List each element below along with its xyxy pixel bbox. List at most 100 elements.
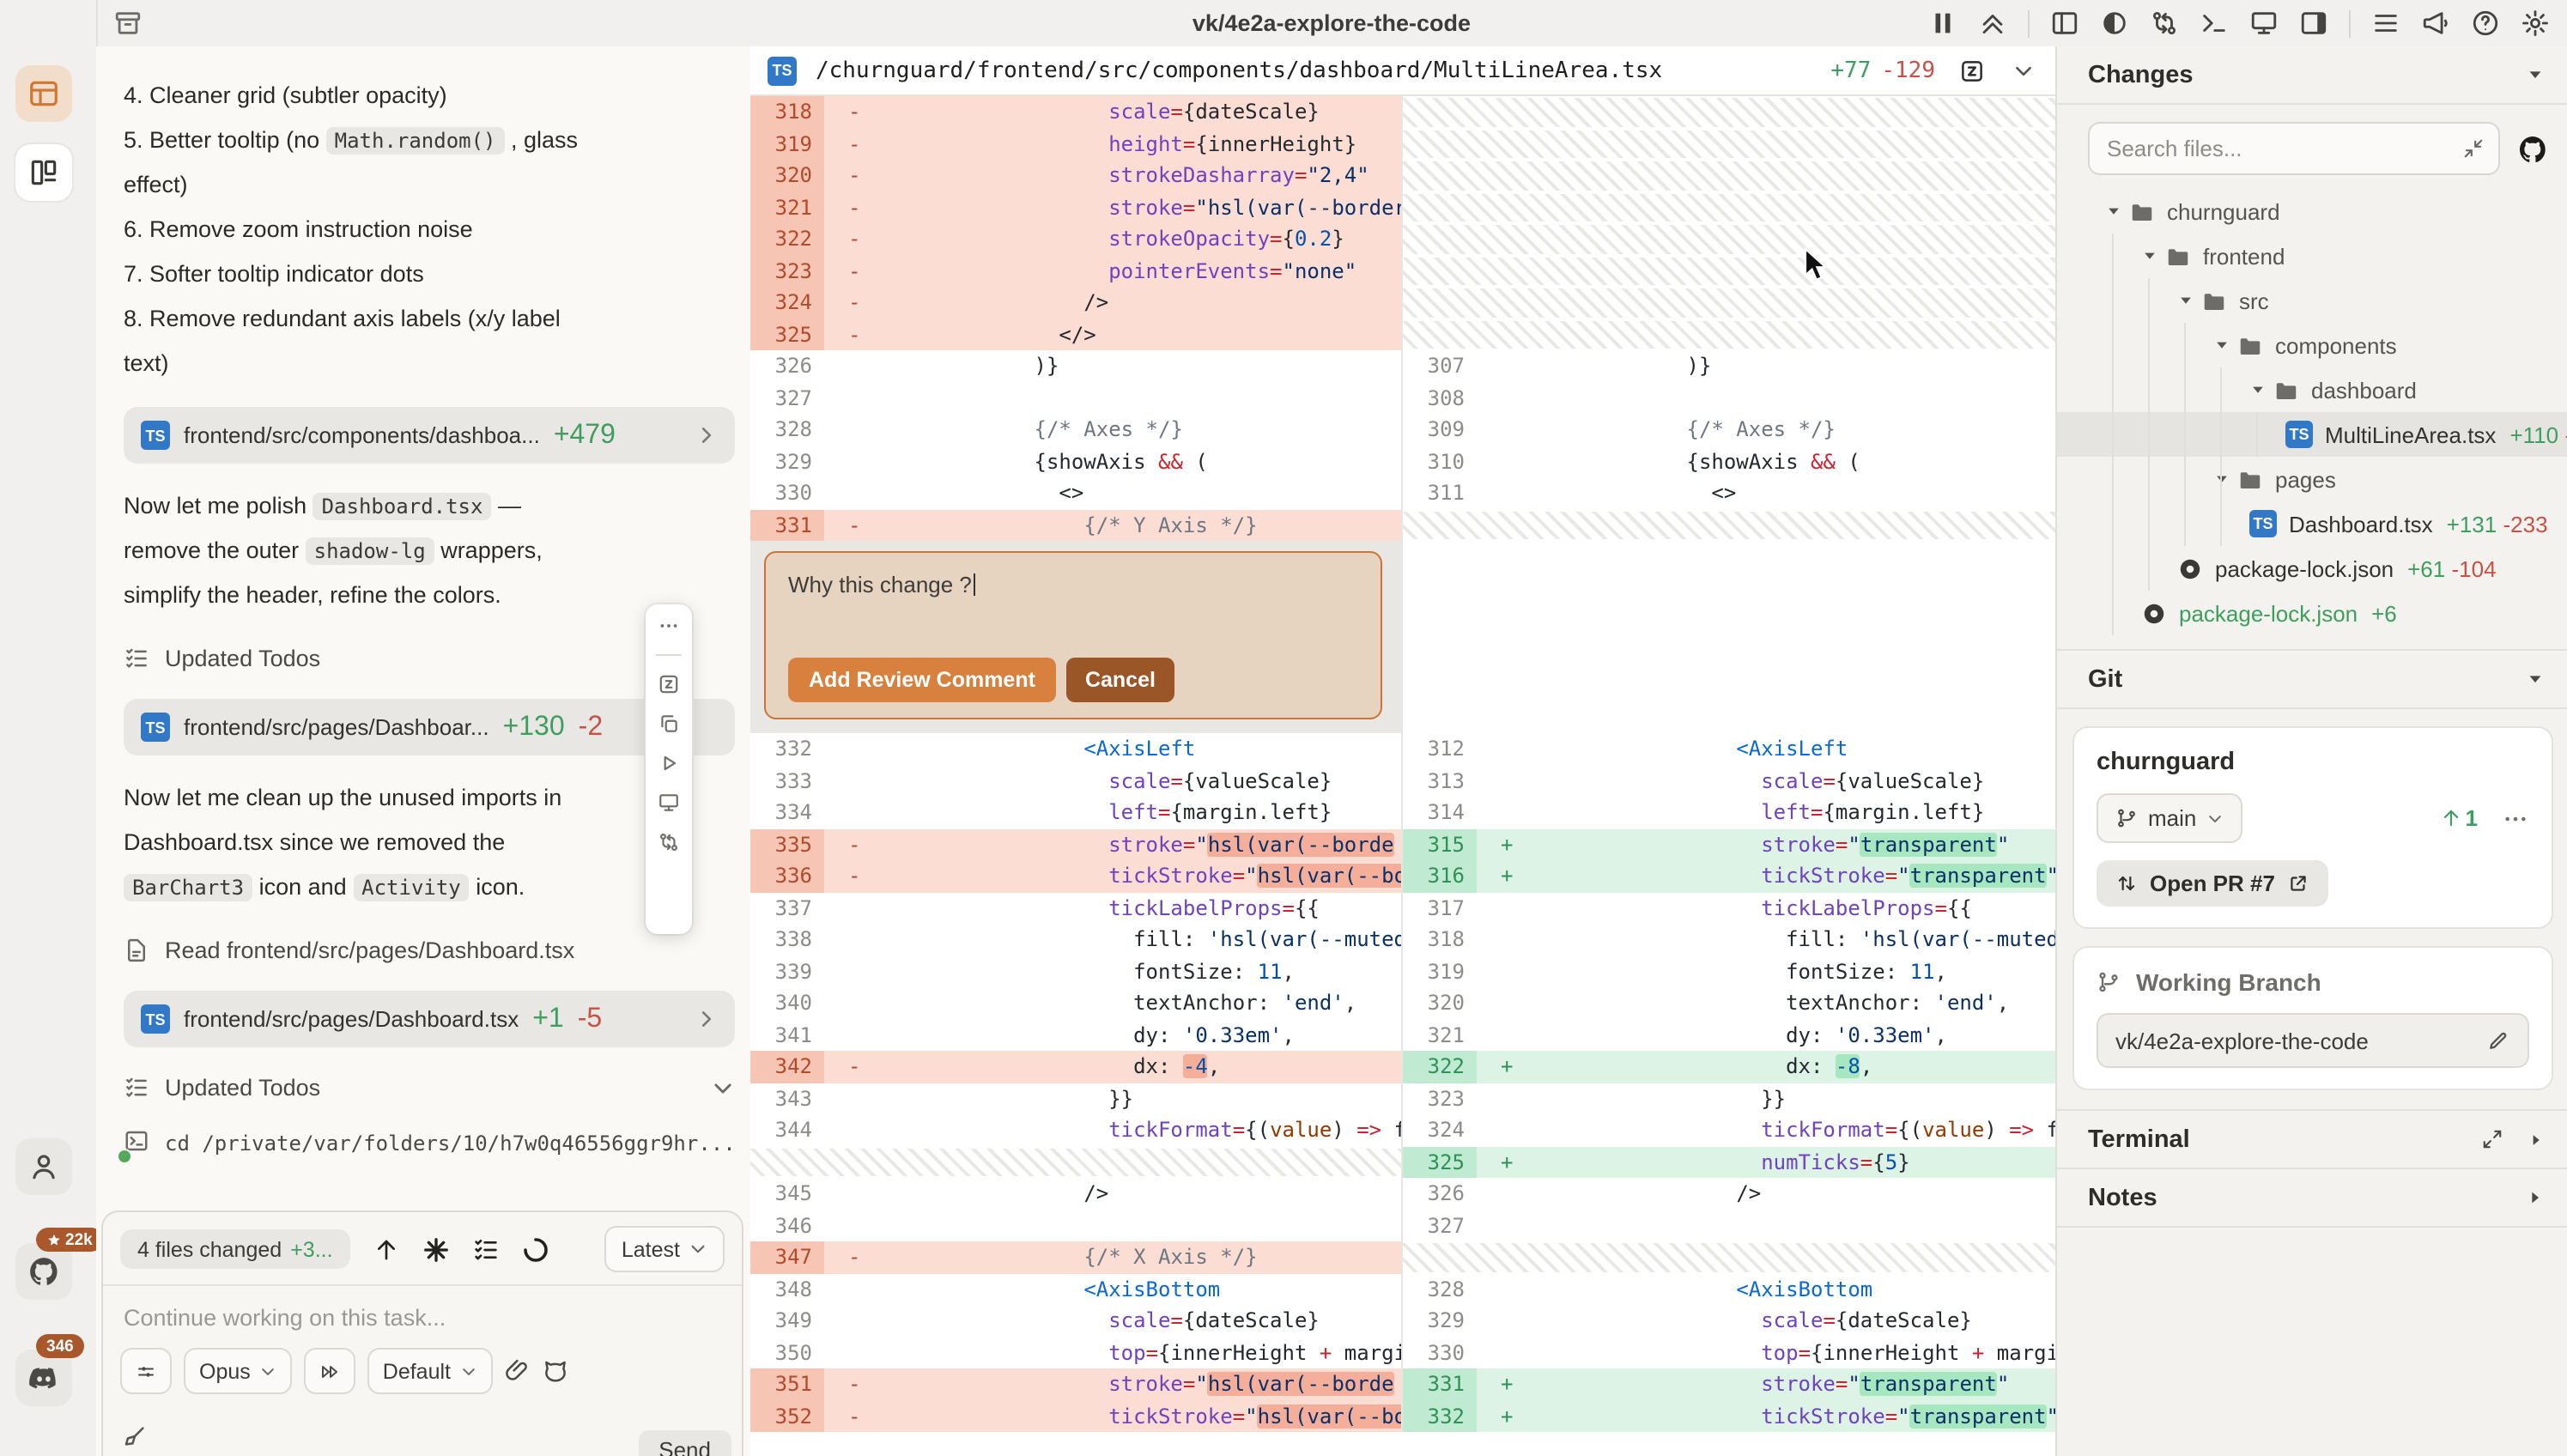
cat-icon[interactable] [542,1358,567,1384]
diff-code-row[interactable]: 336- tickStroke="hsl(var(--bo [750,860,1401,892]
diff-code-row[interactable]: 327 [1403,1210,2055,1241]
message-input[interactable]: Continue working on this task... [103,1284,742,1344]
diff-code-row[interactable]: 335- stroke="hsl(var(--borde [750,828,1401,860]
diff-code-row[interactable]: 342- dx: -4, [750,1051,1401,1083]
diff-code-row[interactable]: 331+ stroke="transparent" [1403,1368,2055,1400]
git-compare-icon[interactable] [2150,9,2179,38]
diff-code-row[interactable]: 351- stroke="hsl(var(--borde [750,1368,1401,1400]
diff-code-row[interactable]: 333 scale={valueScale} [750,765,1401,797]
tree-item-package-lock-json[interactable]: package-lock.json+6 [2057,591,2567,635]
menu-icon[interactable] [2371,9,2400,38]
zbox-icon[interactable] [658,673,680,695]
terminal-section-header[interactable]: Terminal [2057,1111,2567,1168]
caret-down-icon[interactable] [2213,470,2230,488]
rail-discord-button[interactable]: 346 [15,1350,72,1406]
updated-todos-row[interactable]: Updated Todos [124,1075,735,1101]
file-change-chip[interactable]: TSfrontend/src/pages/Dashboard.tsx+1-5 [124,991,735,1047]
theme-icon[interactable] [2100,9,2129,38]
scroll-top-icon[interactable] [373,1235,400,1263]
diff-code-row[interactable]: 319 fontSize: 11, [1403,956,2055,987]
diff-code-row[interactable]: 337 tickLabelProps={{ [750,892,1401,924]
diff-code-row[interactable]: 314 left={margin.left} [1403,797,2055,828]
settings-sliders-button[interactable] [120,1348,172,1394]
dots-h-icon[interactable] [658,615,680,637]
diff-code-row[interactable]: 318- scale={dateScale} [750,96,1401,128]
diff-code-row[interactable]: 308 [1403,382,2055,414]
tree-item-multilinearea-tsx[interactable]: TSMultiLineArea.tsx+110 -162 [2057,412,2567,457]
diff-code-row[interactable]: 311 <> [1403,477,2055,509]
diff-code-row[interactable]: 348 <AxisBottom [750,1273,1401,1305]
panel-right-icon[interactable] [2299,9,2328,38]
diff-code-row[interactable]: 309 {/* Axes */} [1403,414,2055,446]
display-icon[interactable] [658,792,680,814]
collapse-tree-icon[interactable] [2462,137,2485,160]
rail-github-button[interactable]: 22k [15,1243,72,1300]
diff-code-row[interactable]: 343 }} [750,1083,1401,1114]
diff-code-row[interactable]: 313 scale={valueScale} [1403,765,2055,797]
more-options-icon[interactable] [2502,804,2529,832]
panel-left-icon[interactable] [2050,9,2079,38]
diff-code-row[interactable]: 346 [750,1210,1401,1241]
settings-icon[interactable] [2521,9,2550,38]
diff-code-row[interactable]: 332+ tickStroke="transparent" [1403,1400,2055,1432]
todos-icon[interactable] [472,1235,500,1263]
diff-code-row[interactable]: 326 )} [750,350,1401,382]
diff-code-row[interactable]: 323- pointerEvents="none" [750,255,1401,287]
tree-item-frontend[interactable]: frontend [2057,234,2567,278]
diff-code-row[interactable]: 324- /> [750,287,1401,318]
github-icon[interactable] [2517,133,2548,164]
broom-icon[interactable] [122,1423,148,1449]
chevrons-up-icon[interactable] [1978,9,2007,38]
rail-person-button[interactable] [15,1138,72,1195]
search-files-input[interactable]: Search files... [2088,122,2500,175]
tree-item-src[interactable]: src [2057,278,2567,323]
burst-icon[interactable] [422,1235,450,1263]
expand-icon[interactable] [2481,1128,2503,1150]
send-button[interactable]: Send [638,1430,731,1456]
diff-tool-icon[interactable] [1959,58,1985,83]
tree-item-pages[interactable]: pages [2057,457,2567,501]
open-pr-button[interactable]: Open PR #7 [2097,860,2328,907]
diff-code-row[interactable]: 320- strokeDasharray="2,4" [750,160,1401,191]
diff-code-row[interactable]: 323 }} [1403,1083,2055,1114]
file-change-chip[interactable]: TSfrontend/src/pages/Dashboar...+130-2 [124,699,735,755]
review-comment-text[interactable]: Why this change ? [788,572,975,598]
rail-tab-kanban[interactable] [15,144,72,201]
diff-code-row[interactable]: 310 {showAxis && ( [1403,446,2055,477]
copy-icon[interactable] [658,713,680,735]
diff-code-row[interactable]: 329 {showAxis && ( [750,446,1401,477]
add-review-comment-button[interactable]: Add Review Comment [788,658,1056,702]
help-icon[interactable] [2471,9,2500,38]
working-branch-field[interactable]: vk/4e2a-explore-the-code [2097,1013,2529,1068]
git-compare-icon[interactable] [658,831,680,853]
diff-code-row[interactable]: 339 fontSize: 11, [750,956,1401,987]
file-change-chip[interactable]: TSfrontend/src/components/dashboa...+479 [124,407,735,464]
diff-code-row[interactable]: 315+ stroke="transparent" [1403,828,2055,860]
model-dropdown[interactable]: Opus [184,1348,292,1394]
terminal-icon[interactable] [2200,9,2229,38]
caret-down-icon[interactable] [2213,337,2230,354]
diff-code-row[interactable]: 316+ tickStroke="transparent" [1403,860,2055,892]
review-comment-box[interactable]: Why this change ?Add Review CommentCance… [764,551,1382,719]
tree-item-package-lock-json[interactable]: package-lock.json+61 -104 [2057,546,2567,591]
chevron-down-icon[interactable] [711,1076,735,1100]
tree-item-dashboard[interactable]: dashboard [2057,367,2567,412]
branch-dropdown[interactable]: main [2097,793,2242,843]
diff-code-row[interactable]: 340 textAnchor: 'end', [750,987,1401,1019]
collapse-diff-icon[interactable] [2012,59,2035,82]
diff-code-row[interactable]: 325+ numTicks={5} [1403,1146,2055,1178]
megaphone-icon[interactable] [2421,9,2450,38]
diff-code-row[interactable]: 341 dy: '0.33em', [750,1019,1401,1051]
diff-code-row[interactable]: 326 /> [1403,1178,2055,1210]
display-icon[interactable] [2249,9,2279,38]
caret-down-icon[interactable] [2177,292,2194,309]
version-dropdown[interactable]: Latest [604,1226,725,1272]
diff-code-row[interactable]: 334 left={margin.left} [750,797,1401,828]
diff-code-row[interactable]: 345 /> [750,1178,1401,1210]
diff-code-row[interactable]: 320 textAnchor: 'end', [1403,987,2055,1019]
diff-code-row[interactable]: 350 top={innerHeight + margi [750,1337,1401,1368]
diff-code-row[interactable]: 329 scale={dateScale} [1403,1305,2055,1337]
caret-down-icon[interactable] [2249,381,2267,398]
diff-code-row[interactable]: 344 tickFormat={(value) => f [750,1114,1401,1146]
diff-code-row[interactable]: 328 {/* Axes */} [750,414,1401,446]
